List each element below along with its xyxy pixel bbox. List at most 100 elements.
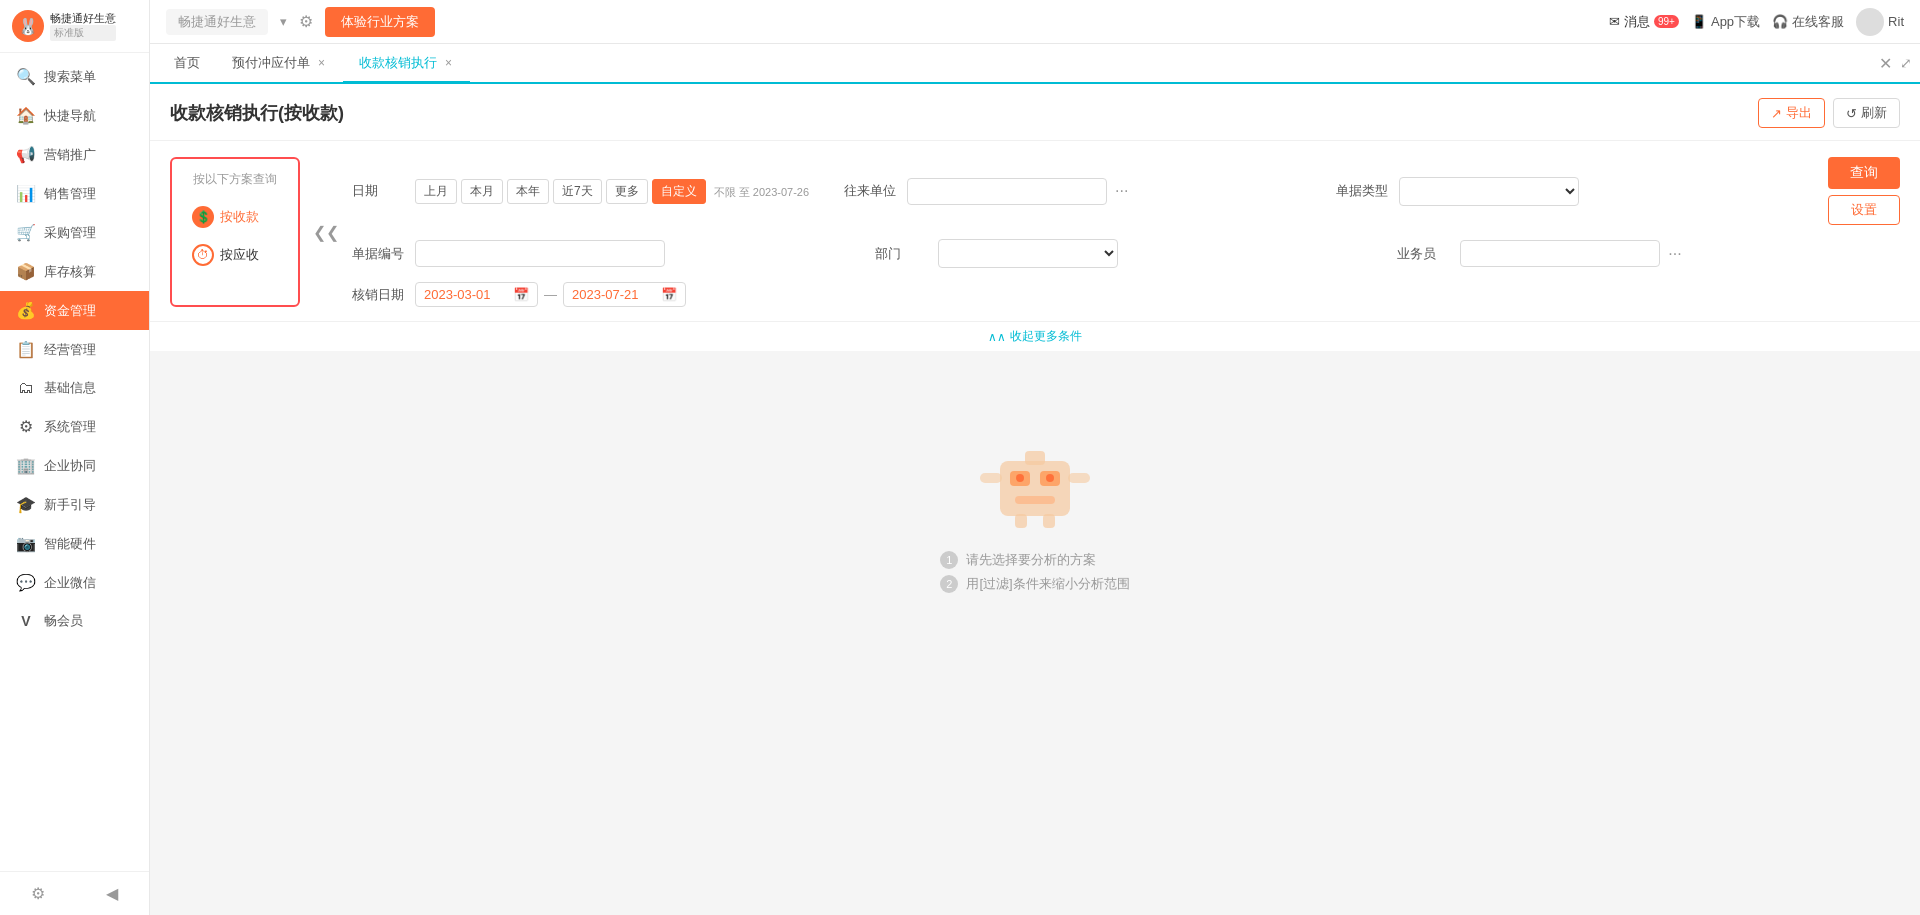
sidebar-item-purchase[interactable]: 🛒 采购管理 [0,213,149,252]
sidebar-item-corp[interactable]: 🏢 企业协同 [0,446,149,485]
sidebar-item-finance[interactable]: 💰 资金管理 [0,291,149,330]
date-btn-7days[interactable]: 近7天 [553,179,602,204]
calendar-end-icon[interactable]: 📅 [661,287,677,302]
refresh-btn[interactable]: ↺ 刷新 [1833,98,1900,128]
date-btn-more[interactable]: 更多 [606,179,648,204]
sidebar-item-marketing[interactable]: 📢 营销推广 [0,135,149,174]
dropdown-icon[interactable]: ▾ [280,14,287,29]
date-btn-this-year[interactable]: 本年 [507,179,549,204]
tip-text-1: 请先选择要分析的方案 [966,551,1096,569]
filter-by-receipt[interactable]: 💲 按收款 [180,198,290,236]
sales-icon: 📊 [16,184,36,203]
guide-icon: 🎓 [16,495,36,514]
export-btn[interactable]: ↗ 导出 [1758,98,1825,128]
dept-select[interactable] [938,239,1118,268]
page-header: 收款核销执行(按收款) ↗ 导出 ↺ 刷新 [150,84,1920,141]
filter-by-receipt-label: 按收款 [220,208,259,226]
tab-prepay-close[interactable]: × [316,54,327,72]
gear-icon[interactable]: ⚙ [299,12,313,31]
svg-rect-0 [1000,461,1070,516]
online-service-btn[interactable]: 🎧 在线客服 [1772,13,1844,31]
filter-area: 按以下方案查询 💲 按收款 ⏱ 按应收 ❮❮ 日期 [150,141,1920,323]
date-label: 日期 [352,182,407,200]
sidebar-item-vip[interactable]: V 畅会员 [0,602,149,640]
collapse-left-btn[interactable]: ❮❮ [316,157,336,307]
date-btn-last-month[interactable]: 上月 [415,179,457,204]
tab-home[interactable]: 首页 [158,45,216,83]
vip-icon: V [16,613,36,629]
writeoff-end-wrap: 📅 [563,282,686,307]
refresh-icon: ↺ [1846,106,1857,121]
industry-btn[interactable]: 体验行业方案 [325,7,435,37]
tip-text-2: 用[过滤]条件来缩小分析范围 [966,575,1129,593]
service-icon: 🎧 [1772,14,1788,29]
receipt-icon: 💲 [192,206,214,228]
salesperson-dots[interactable]: ··· [1668,245,1681,263]
app-label: App下载 [1711,13,1760,31]
sidebar-item-search[interactable]: 🔍 搜索菜单 [0,57,149,96]
tab-bar-actions: ✕ ⤢ [1879,54,1912,73]
filter-scheme-title: 按以下方案查询 [180,171,290,188]
tab-collection[interactable]: 收款核销执行 × [343,45,470,83]
filter-scheme-panel: 按以下方案查询 💲 按收款 ⏱ 按应收 [170,157,300,307]
writeoff-start-input[interactable] [424,287,509,302]
sidebar-item-wechat[interactable]: 💬 企业微信 [0,563,149,602]
user-btn[interactable]: Rit [1856,8,1904,36]
counterpart-dots[interactable]: ··· [1115,182,1128,200]
filter-by-receivable-label: 按应收 [220,246,259,264]
calendar-start-icon[interactable]: 📅 [513,287,529,302]
page-title: 收款核销执行(按收款) [170,101,344,137]
date-btn-this-month[interactable]: 本月 [461,179,503,204]
sidebar-item-hardware[interactable]: 📷 智能硬件 [0,524,149,563]
tab-prepay[interactable]: 预付冲应付单 × [216,45,343,83]
main-area: 畅捷通好生意 ▾ ⚙ 体验行业方案 ✉ 消息 99+ 📱 App下载 🎧 在线客… [150,0,1920,915]
sidebar-item-sales[interactable]: 📊 销售管理 [0,174,149,213]
dept-label: 部门 [875,245,930,263]
breadcrumb-text: 畅捷通好生意 [178,13,256,31]
settings-bottom-btn[interactable]: ⚙ [23,880,53,907]
collapse-more-bar[interactable]: ∧∧ 收起更多条件 [150,321,1920,351]
svg-rect-4 [1025,451,1045,465]
filter-by-receivable[interactable]: ⏱ 按应收 [180,236,290,274]
doc-number-input[interactable] [415,240,665,267]
tab-maximize-icon[interactable]: ⤢ [1900,55,1912,71]
doc-type-select[interactable] [1399,177,1579,206]
sidebar-bottom: ⚙ ◀ [0,871,149,915]
tab-collection-close[interactable]: × [443,54,454,72]
query-btn[interactable]: 查询 [1828,157,1900,189]
counterpart-input[interactable] [907,178,1107,205]
tab-bar: 首页 预付冲应付单 × 收款核销执行 × ✕ ⤢ [150,44,1920,84]
user-name: Rit [1888,14,1904,29]
sidebar-item-shortcut[interactable]: 🏠 快捷导航 [0,96,149,135]
logo-icon: 🐰 [12,10,44,42]
sidebar-item-inventory[interactable]: 📦 库存核算 [0,252,149,291]
message-btn[interactable]: ✉ 消息 99+ [1609,13,1679,31]
sidebar: 🐰 畅捷通好生意 标准版 🔍 搜索菜单 🏠 快捷导航 📢 营销推广 📊 销售管理… [0,0,150,915]
writeoff-date-label: 核销日期 [352,286,407,304]
tip-num-2: 2 [940,575,958,593]
svg-point-6 [1046,474,1054,482]
setting-btn[interactable]: 设置 [1828,195,1900,225]
writeoff-end-input[interactable] [572,287,657,302]
app-download-btn[interactable]: 📱 App下载 [1691,13,1760,31]
svg-rect-8 [1043,514,1055,528]
tip-num-1: 1 [940,551,958,569]
salesperson-input[interactable] [1460,240,1660,267]
sidebar-nav: 🔍 搜索菜单 🏠 快捷导航 📢 营销推广 📊 销售管理 🛒 采购管理 📦 库存核… [0,53,149,871]
sidebar-item-guide[interactable]: 🎓 新手引导 [0,485,149,524]
basic-icon: 🗂 [16,379,36,397]
empty-tip-1: 1 请先选择要分析的方案 [940,551,1129,569]
tab-collection-label: 收款核销执行 [359,54,437,72]
sidebar-item-ops[interactable]: 📋 经营管理 [0,330,149,369]
home-icon: 🏠 [16,106,36,125]
tab-close-all-icon[interactable]: ✕ [1879,54,1892,73]
filter-actions: 查询 设置 [1828,157,1900,225]
sidebar-item-basic[interactable]: 🗂 基础信息 [0,369,149,407]
date-btn-custom[interactable]: 自定义 [652,179,706,204]
export-label: 导出 [1786,104,1812,122]
system-icon: ⚙ [16,417,36,436]
collapse-sidebar-btn[interactable]: ◀ [98,880,126,907]
empty-illustration [975,431,1095,531]
tab-prepay-label: 预付冲应付单 [232,54,310,72]
sidebar-item-system[interactable]: ⚙ 系统管理 [0,407,149,446]
